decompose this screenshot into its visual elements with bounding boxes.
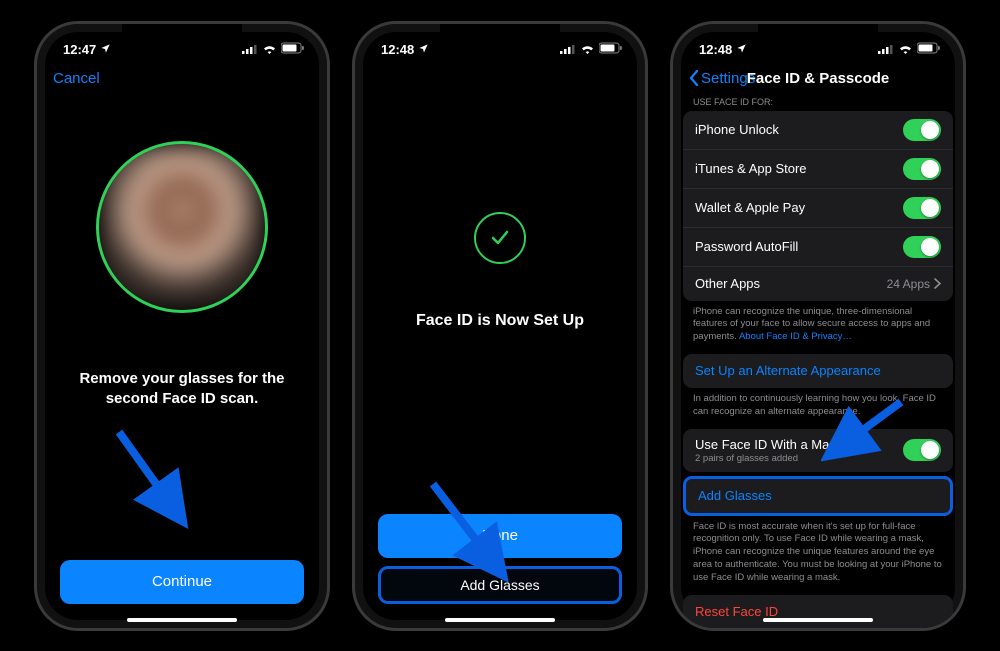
- done-button[interactable]: Done: [378, 514, 622, 558]
- home-indicator[interactable]: [445, 618, 555, 622]
- reset-faceid-row[interactable]: Reset Face ID: [683, 595, 953, 629]
- notch: [758, 24, 878, 50]
- location-icon: [418, 42, 429, 57]
- add-glasses-row[interactable]: Add Glasses: [683, 476, 953, 516]
- cell-label: Add Glasses: [698, 488, 772, 503]
- location-icon: [100, 42, 111, 57]
- footer-text-1: iPhone can recognize the unique, three-d…: [683, 301, 953, 354]
- cell-label: Use Face ID With a Mask: [695, 437, 842, 452]
- cell-label: iPhone Unlock: [695, 122, 779, 137]
- reset-group: Reset Face ID: [683, 595, 953, 629]
- notch: [122, 24, 242, 50]
- toggle-switch[interactable]: [903, 119, 941, 141]
- chevron-right-icon: [934, 278, 941, 289]
- cell-label: Password AutoFill: [695, 239, 798, 254]
- toggle-switch[interactable]: [903, 197, 941, 219]
- toggle-switch[interactable]: [903, 158, 941, 180]
- success-check-icon: [474, 212, 526, 264]
- mask-group: Use Face ID With a Mask 2 pairs of glass…: [683, 429, 953, 472]
- location-icon: [736, 42, 747, 57]
- section-header: USE FACE ID FOR:: [683, 95, 953, 111]
- instruction-text: Remove your glasses for the second Face …: [37, 369, 327, 410]
- back-label: Settings: [701, 70, 755, 87]
- chevron-left-icon: [689, 70, 699, 86]
- wifi-icon: [262, 42, 277, 57]
- alternate-group: Set Up an Alternate Appearance: [683, 354, 953, 388]
- status-time: 12:48: [699, 42, 732, 57]
- face-scan-ring: [96, 141, 268, 313]
- footer-text-3: Face ID is most accurate when it's set u…: [683, 516, 953, 595]
- notch: [440, 24, 560, 50]
- home-indicator[interactable]: [127, 618, 237, 622]
- nav-bar: Cancel: [37, 64, 327, 95]
- toggle-mask[interactable]: Use Face ID With a Mask 2 pairs of glass…: [683, 429, 953, 472]
- wifi-icon: [580, 42, 595, 57]
- home-indicator[interactable]: [763, 618, 873, 622]
- phone-2: 12:48 Face ID is Now Set Up Done Add Gla…: [352, 21, 648, 631]
- wifi-icon: [898, 42, 913, 57]
- success-title: Face ID is Now Set Up: [416, 312, 584, 330]
- cellular-icon: [560, 42, 576, 57]
- nav-bar: Settings Face ID & Passcode: [673, 64, 963, 95]
- alternate-appearance-row[interactable]: Set Up an Alternate Appearance: [683, 354, 953, 388]
- battery-icon: [599, 42, 623, 57]
- cancel-button[interactable]: Cancel: [53, 70, 100, 87]
- toggle-itunes[interactable]: iTunes & App Store: [683, 150, 953, 189]
- toggle-iphone-unlock[interactable]: iPhone Unlock: [683, 111, 953, 150]
- phone-1: 12:47 Cancel Remove your glasses for the…: [34, 21, 330, 631]
- privacy-link[interactable]: About Face ID & Privacy…: [739, 331, 852, 342]
- back-button[interactable]: Settings: [689, 70, 755, 87]
- add-glasses-button[interactable]: Add Glasses: [378, 566, 622, 604]
- continue-button[interactable]: Continue: [60, 560, 304, 604]
- footer-text-2: In addition to continuously learning how…: [683, 388, 953, 429]
- cell-sublabel: 2 pairs of glasses added: [695, 453, 842, 464]
- cell-label: Set Up an Alternate Appearance: [695, 363, 881, 378]
- phone-3: 12:48 Settings Face ID & Passcode USE FA…: [670, 21, 966, 631]
- cellular-icon: [242, 42, 258, 57]
- toggle-autofill[interactable]: Password AutoFill: [683, 228, 953, 267]
- toggle-switch[interactable]: [903, 439, 941, 461]
- use-faceid-group: iPhone Unlock iTunes & App Store Wallet …: [683, 111, 953, 301]
- face-preview: [99, 144, 265, 310]
- toggle-wallet[interactable]: Wallet & Apple Pay: [683, 189, 953, 228]
- battery-icon: [917, 42, 941, 57]
- other-apps-row[interactable]: Other Apps 24 Apps: [683, 267, 953, 301]
- cell-label: iTunes & App Store: [695, 161, 807, 176]
- annotation-arrow: [111, 424, 201, 534]
- status-time: 12:47: [63, 42, 96, 57]
- other-apps-count: 24 Apps: [887, 277, 930, 291]
- cellular-icon: [878, 42, 894, 57]
- battery-icon: [281, 42, 305, 57]
- toggle-switch[interactable]: [903, 236, 941, 258]
- cell-label: Wallet & Apple Pay: [695, 200, 805, 215]
- cell-label: Other Apps: [695, 276, 760, 291]
- status-time: 12:48: [381, 42, 414, 57]
